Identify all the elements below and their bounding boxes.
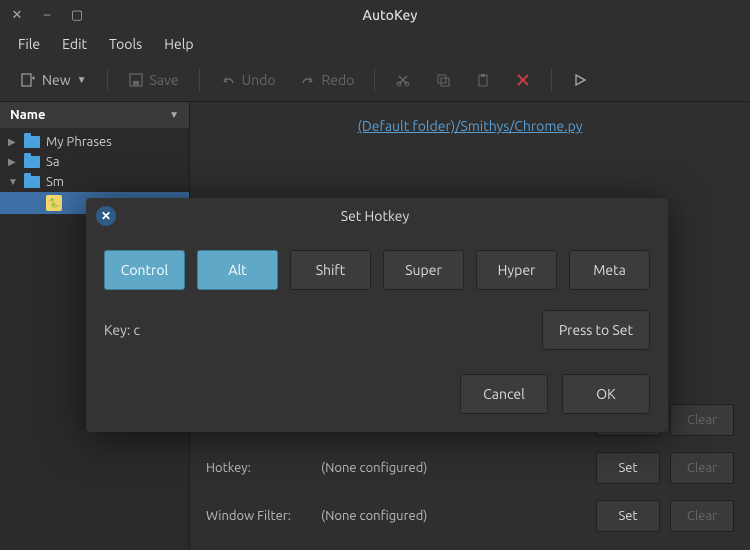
dialog-titlebar: ✕ Set Hotkey: [86, 198, 668, 234]
app-window: ✕ – ▢ AutoKey File Edit Tools Help New ▼…: [0, 0, 750, 550]
tree-item-my-phrases[interactable]: ▶ My Phrases: [0, 132, 189, 152]
folder-icon: [24, 156, 40, 168]
dialog-body: Control Alt Shift Super Hyper Meta Key: …: [86, 234, 668, 432]
press-to-set-button[interactable]: Press to Set: [542, 310, 650, 350]
prop-label: Window Filter:: [206, 509, 311, 523]
prop-hotkey: Hotkey: (None configured) Set Clear: [206, 444, 734, 492]
modifier-control[interactable]: Control: [104, 250, 185, 290]
modifier-shift[interactable]: Shift: [290, 250, 371, 290]
cut-button[interactable]: [385, 66, 421, 94]
separator: [551, 68, 552, 92]
redo-icon: [300, 72, 316, 88]
set-hotkey-dialog: ✕ Set Hotkey Control Alt Shift Super Hyp…: [86, 198, 668, 432]
menu-tools[interactable]: Tools: [101, 32, 150, 56]
modifier-hyper[interactable]: Hyper: [476, 250, 557, 290]
dialog-close-button[interactable]: ✕: [96, 206, 116, 226]
cut-icon: [395, 72, 411, 88]
folder-icon: [24, 136, 40, 148]
menubar: File Edit Tools Help: [0, 30, 750, 58]
prop-window-filter: Window Filter: (None configured) Set Cle…: [206, 492, 734, 540]
window-minimize-button[interactable]: –: [38, 6, 56, 24]
modifier-super[interactable]: Super: [383, 250, 464, 290]
new-button[interactable]: New ▼: [10, 66, 97, 94]
breadcrumb-link[interactable]: (Default folder)/Smithys/Chrome.py: [358, 118, 583, 134]
abbrev-clear-button[interactable]: Clear: [670, 404, 734, 436]
tree-item-sa[interactable]: ▶ Sa: [0, 152, 189, 172]
chevron-down-icon: ▼: [77, 74, 87, 86]
delete-button[interactable]: [505, 66, 541, 94]
paste-button[interactable]: [465, 66, 501, 94]
modifier-row: Control Alt Shift Super Hyper Meta: [104, 244, 650, 306]
undo-button[interactable]: Undo: [210, 66, 286, 94]
menu-help[interactable]: Help: [156, 32, 201, 56]
sidebar-header[interactable]: Name ▼: [0, 102, 189, 128]
prop-value: (None configured): [321, 461, 586, 475]
modifier-alt[interactable]: Alt: [197, 250, 278, 290]
key-row: Key: c Press to Set: [104, 306, 650, 374]
dialog-actions: Cancel OK: [104, 374, 650, 414]
window-title: AutoKey: [98, 7, 742, 23]
paste-icon: [475, 72, 491, 88]
filter-set-button[interactable]: Set: [596, 500, 660, 532]
save-icon: [128, 72, 144, 88]
copy-button[interactable]: [425, 66, 461, 94]
toolbar: New ▼ Save Undo Redo: [0, 58, 750, 102]
chevron-down-icon: ▼: [169, 109, 179, 121]
prop-value: (None configured): [321, 509, 586, 523]
new-label: New: [42, 72, 71, 88]
close-icon: ✕: [101, 209, 111, 223]
save-label: Save: [150, 72, 179, 88]
folder-icon: [24, 176, 40, 188]
dialog-title: Set Hotkey: [116, 208, 658, 224]
sidebar-header-label: Name: [10, 108, 45, 122]
filter-clear-button[interactable]: Clear: [670, 500, 734, 532]
hotkey-clear-button[interactable]: Clear: [670, 452, 734, 484]
expand-icon[interactable]: ▶: [8, 156, 18, 168]
separator: [374, 68, 375, 92]
redo-label: Redo: [322, 72, 355, 88]
modifier-meta[interactable]: Meta: [569, 250, 650, 290]
menu-edit[interactable]: Edit: [54, 32, 95, 56]
cancel-button[interactable]: Cancel: [460, 374, 548, 414]
play-icon: [572, 72, 588, 88]
delete-icon: [515, 72, 531, 88]
titlebar: ✕ – ▢ AutoKey: [0, 0, 750, 30]
tree-item-label: Sa: [46, 155, 60, 169]
collapse-icon[interactable]: ▼: [8, 176, 18, 188]
run-button[interactable]: [562, 66, 598, 94]
key-label: Key: c: [104, 322, 140, 338]
save-button[interactable]: Save: [118, 66, 189, 94]
tree-item-label: My Phrases: [46, 135, 112, 149]
redo-button[interactable]: Redo: [290, 66, 365, 94]
breadcrumb: (Default folder)/Smithys/Chrome.py: [206, 112, 734, 148]
python-icon: 🐍: [46, 195, 62, 211]
window-maximize-button[interactable]: ▢: [68, 6, 86, 24]
undo-label: Undo: [242, 72, 276, 88]
separator: [107, 68, 108, 92]
window-close-button[interactable]: ✕: [8, 6, 26, 24]
separator: [199, 68, 200, 92]
new-icon: [20, 72, 36, 88]
tree-item-label: Sm: [46, 175, 64, 189]
tree-item-sm[interactable]: ▼ Sm: [0, 172, 189, 192]
expand-icon[interactable]: ▶: [8, 136, 18, 148]
ok-button[interactable]: OK: [562, 374, 650, 414]
menu-file[interactable]: File: [10, 32, 48, 56]
prop-label: Hotkey:: [206, 461, 311, 475]
undo-icon: [220, 72, 236, 88]
copy-icon: [435, 72, 451, 88]
hotkey-set-button[interactable]: Set: [596, 452, 660, 484]
